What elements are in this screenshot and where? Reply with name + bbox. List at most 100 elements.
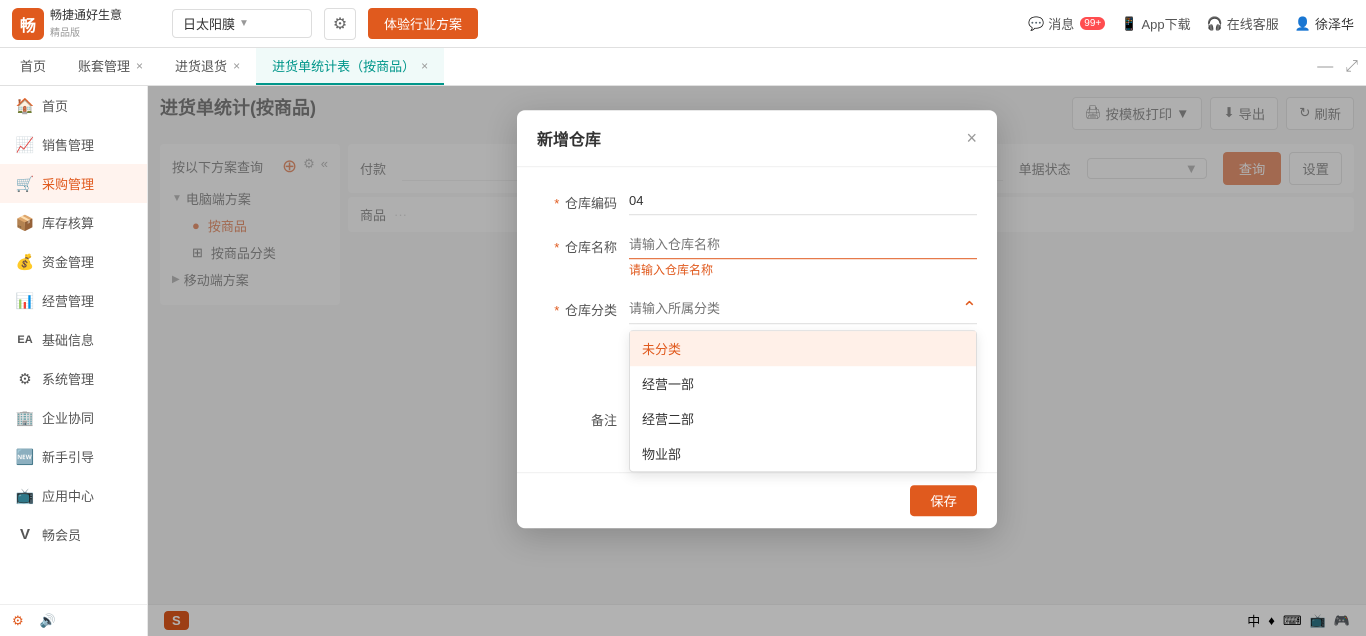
tab-return-close[interactable]: × <box>233 59 240 73</box>
tab-return-label: 进货退货 <box>175 56 227 75</box>
dropdown-item-0[interactable]: 未分类 <box>630 331 976 366</box>
message-item[interactable]: 💬 消息 99+ <box>1028 14 1105 33</box>
headset-icon: 🎧 <box>1207 16 1223 32</box>
sidebar-item-basic[interactable]: EA 基础信息 <box>0 320 147 359</box>
dialog-title: 新增仓库 <box>537 126 601 150</box>
sidebar-item-home[interactable]: 🏠 首页 <box>0 86 147 125</box>
tab-account[interactable]: 账套管理 × <box>62 48 159 85</box>
sidebar-item-guide[interactable]: 🆕 新手引导 <box>0 437 147 476</box>
inventory-icon: 📦 <box>16 214 34 232</box>
basic-icon: EA <box>16 331 34 349</box>
tab-home[interactable]: 首页 <box>4 48 62 85</box>
tab-account-close[interactable]: × <box>136 59 143 73</box>
top-header: 畅 畅捷通好生意 精品版 日太阳膜 ▼ ⚙ 体验行业方案 💬 消息 99+ 📱 … <box>0 0 1366 48</box>
form-row-code: * 仓库编码 <box>537 187 977 215</box>
app-download-item[interactable]: 📱 App下载 <box>1121 14 1190 33</box>
sidebar-speaker-icon[interactable]: 🔊 <box>40 613 56 629</box>
sidebar-settings-icon[interactable]: ⚙ <box>12 613 24 629</box>
tab-expand-icon[interactable]: ⤢ <box>1341 58 1362 76</box>
warehouse-code-input[interactable] <box>629 187 977 215</box>
tab-stats-close[interactable]: × <box>421 59 428 73</box>
tab-home-label: 首页 <box>20 56 46 75</box>
app-download-label: App下载 <box>1141 14 1190 33</box>
dropdown-item-3[interactable]: 物业部 <box>630 436 976 471</box>
tab-actions: — ⤢ <box>1313 58 1362 76</box>
sidebar-item-sales[interactable]: 📈 销售管理 <box>0 125 147 164</box>
purchase-icon: 🛒 <box>16 175 34 193</box>
gear-icon: ⚙ <box>333 14 347 34</box>
member-icon: V <box>16 526 34 544</box>
sidebar-sales-label: 销售管理 <box>42 135 94 154</box>
dropdown-item-2[interactable]: 经营二部 <box>630 401 976 436</box>
category-input[interactable] <box>629 299 962 318</box>
user-icon: 👤 <box>1295 16 1311 32</box>
dropdown-item-1[interactable]: 经营一部 <box>630 366 976 401</box>
save-button[interactable]: 保存 <box>910 485 977 516</box>
tab-bar: 首页 账套管理 × 进货退货 × 进货单统计表（按商品） × — ⤢ <box>0 48 1366 86</box>
logo-text-area: 畅捷通好生意 精品版 <box>50 8 122 39</box>
tab-stats-label: 进货单统计表（按商品） <box>272 56 415 75</box>
sidebar-home-label: 首页 <box>42 96 68 115</box>
guide-icon: 🆕 <box>16 448 34 466</box>
tab-account-label: 账套管理 <box>78 56 130 75</box>
sidebar-apps-label: 应用中心 <box>42 486 94 505</box>
sidebar-finance-label: 资金管理 <box>42 252 94 271</box>
home-icon: 🏠 <box>16 97 34 115</box>
enterprise-icon: 🏢 <box>16 409 34 427</box>
trial-button[interactable]: 体验行业方案 <box>368 8 478 39</box>
gear-button[interactable]: ⚙ <box>324 8 356 40</box>
notes-label: 备注 <box>537 404 617 429</box>
sidebar-purchase-label: 采购管理 <box>42 174 94 193</box>
sidebar-item-purchase[interactable]: 🛒 采购管理 <box>0 164 147 203</box>
system-icon: ⚙ <box>16 370 34 388</box>
main-layout: 🏠 首页 📈 销售管理 🛒 采购管理 📦 库存核算 💰 资金管理 📊 经营管理 … <box>0 86 1366 636</box>
sidebar-operations-label: 经营管理 <box>42 291 94 310</box>
category-input-row: ⌃ <box>629 294 977 324</box>
sidebar-enterprise-label: 企业协同 <box>42 408 94 427</box>
sales-icon: 📈 <box>16 136 34 154</box>
category-chevron-up-icon[interactable]: ⌃ <box>962 298 977 319</box>
sidebar-item-apps[interactable]: 📺 应用中心 <box>0 476 147 515</box>
sidebar-inventory-label: 库存核算 <box>42 213 94 232</box>
sidebar-item-operations[interactable]: 📊 经营管理 <box>0 281 147 320</box>
form-row-name: * 仓库名称 请输入仓库名称 <box>537 231 977 278</box>
form-row-category: * 仓库分类 ⌃ 未分类 经营一部 经营二部 物业部 <box>537 294 977 324</box>
customer-service-item[interactable]: 🎧 在线客服 <box>1207 14 1279 33</box>
message-icon: 💬 <box>1028 16 1044 32</box>
operations-icon: 📊 <box>16 292 34 310</box>
message-badge: 99+ <box>1080 17 1105 30</box>
sidebar-item-inventory[interactable]: 📦 库存核算 <box>0 203 147 242</box>
content-area: 进货单统计(按商品) 🖨 按模板打印 ▼ ⬇ 导出 ↻ 刷新 <box>148 86 1366 636</box>
sidebar-item-member[interactable]: V 畅会员 <box>0 515 147 554</box>
tab-stats[interactable]: 进货单统计表（按商品） × <box>256 48 444 85</box>
sidebar: 🏠 首页 📈 销售管理 🛒 采购管理 📦 库存核算 💰 资金管理 📊 经营管理 … <box>0 86 148 636</box>
code-label: * 仓库编码 <box>537 187 617 212</box>
logo-text: 畅捷通好生意 <box>50 8 122 24</box>
dialog-close-button[interactable]: × <box>966 128 977 149</box>
sidebar-item-finance[interactable]: 💰 资金管理 <box>0 242 147 281</box>
logo-icon: 畅 <box>12 8 44 40</box>
category-dropdown: 未分类 经营一部 经营二部 物业部 <box>629 330 977 472</box>
chevron-down-icon: ▼ <box>239 18 249 29</box>
logo-area: 畅 畅捷通好生意 精品版 <box>12 8 160 40</box>
user-name: 徐泽华 <box>1315 14 1354 33</box>
customer-service-label: 在线客服 <box>1227 14 1279 33</box>
tab-return[interactable]: 进货退货 × <box>159 48 256 85</box>
sidebar-item-system[interactable]: ⚙ 系统管理 <box>0 359 147 398</box>
finance-icon: 💰 <box>16 253 34 271</box>
category-selector: ⌃ 未分类 经营一部 经营二部 物业部 <box>629 294 977 324</box>
logo-sub: 精品版 <box>50 24 122 39</box>
tab-minimize-icon[interactable]: — <box>1313 58 1337 76</box>
dialog-header: 新增仓库 × <box>517 110 997 167</box>
sidebar-system-label: 系统管理 <box>42 369 94 388</box>
sidebar-guide-label: 新手引导 <box>42 447 94 466</box>
sidebar-item-enterprise[interactable]: 🏢 企业协同 <box>0 398 147 437</box>
dialog-body: * 仓库编码 * 仓库名称 请输入仓库名称 <box>517 167 997 472</box>
user-area[interactable]: 👤 徐泽华 <box>1295 14 1354 33</box>
warehouse-name-input[interactable] <box>629 231 977 259</box>
name-label: * 仓库名称 <box>537 231 617 256</box>
category-label: * 仓库分类 <box>537 294 617 319</box>
header-right: 💬 消息 99+ 📱 App下载 🎧 在线客服 👤 徐泽华 <box>1028 14 1354 33</box>
store-selector[interactable]: 日太阳膜 ▼ <box>172 9 312 38</box>
warehouse-name-error: 请输入仓库名称 <box>629 261 977 278</box>
